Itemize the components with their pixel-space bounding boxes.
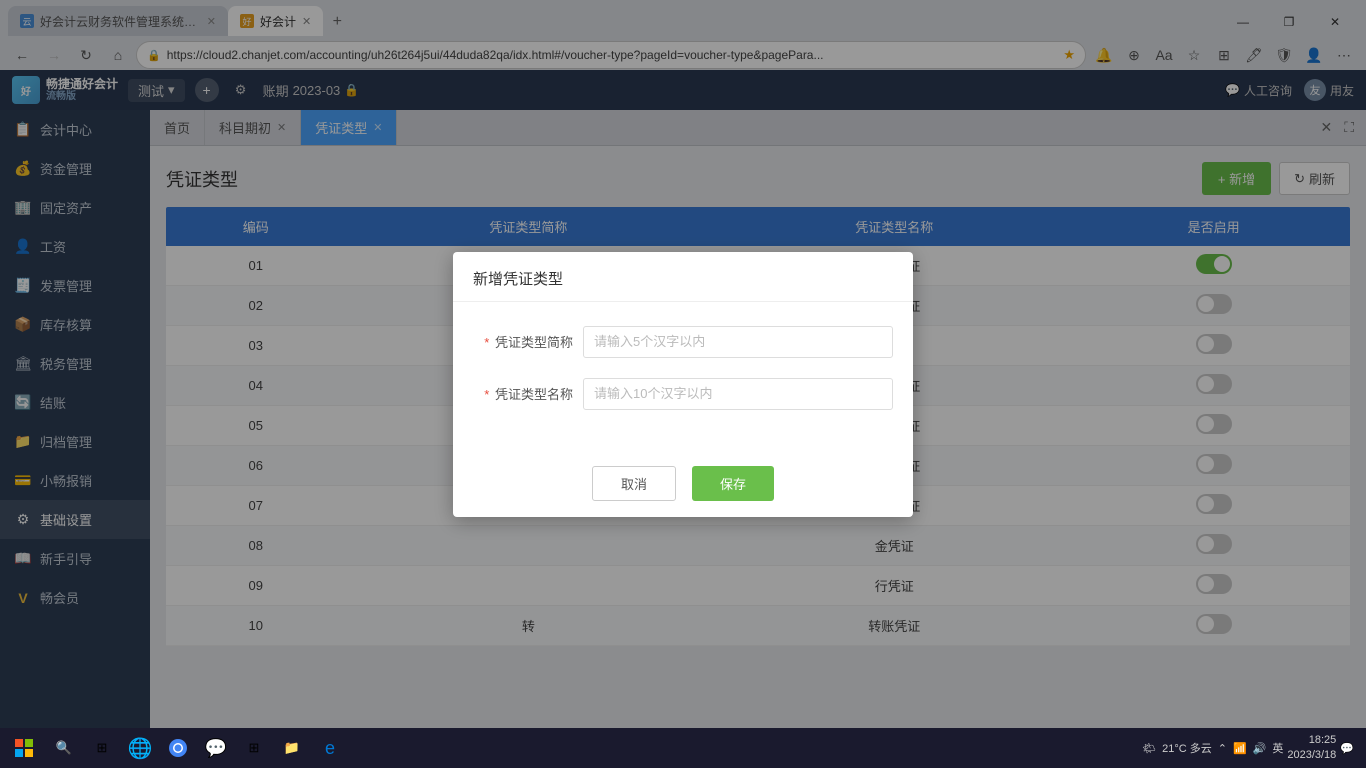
save-button[interactable]: 保存 — [692, 466, 774, 501]
dialog-overlay: 新增凭证类型 * 凭证类型简称 * 凭证类型名称 取消 保存 — [0, 0, 1366, 768]
name-label: * 凭证类型名称 — [473, 384, 583, 403]
taskbar-date-text: 2023/3/18 — [1287, 748, 1336, 763]
cancel-button[interactable]: 取消 — [592, 466, 676, 501]
taskbar-apps[interactable]: ⊞ — [236, 730, 272, 766]
taskbar-chrome[interactable] — [160, 730, 196, 766]
taskbar-notify-area: 🌤 21°C 多云 ⌃ 📶 🔊 英 — [1142, 740, 1283, 756]
name-input[interactable] — [583, 378, 893, 410]
taskbar-wechat[interactable]: 💬 — [198, 730, 234, 766]
taskbar-clock: 18:25 2023/3/18 — [1287, 733, 1336, 764]
wifi-icon: 📶 — [1233, 742, 1247, 755]
dialog-title: 新增凭证类型 — [473, 271, 563, 288]
taskbar-edge[interactable]: 🌐 — [122, 730, 158, 766]
taskbar-browser-2[interactable]: e — [312, 730, 348, 766]
name-required-mark: * — [484, 387, 489, 402]
abbr-label: * 凭证类型简称 — [473, 332, 583, 351]
start-button[interactable] — [4, 732, 44, 764]
taskbar-search[interactable]: 🔍 — [46, 730, 82, 766]
abbr-input[interactable] — [583, 326, 893, 358]
notification-button[interactable]: 💬 — [1340, 742, 1354, 755]
taskbar-folder[interactable]: 📁 — [274, 730, 310, 766]
abbr-required-mark: * — [484, 335, 489, 350]
taskbar-chevron-up[interactable]: ⌃ — [1218, 742, 1227, 755]
weather-icon: 🌤 — [1142, 742, 1156, 755]
taskbar-time-text: 18:25 — [1287, 733, 1336, 748]
taskbar-task-view[interactable]: ⊞ — [84, 730, 120, 766]
new-voucher-type-dialog: 新增凭证类型 * 凭证类型简称 * 凭证类型名称 取消 保存 — [453, 252, 913, 517]
weather-text: 21°C 多云 — [1162, 740, 1212, 756]
sound-icon: 🔊 — [1253, 742, 1267, 755]
lang-indicator: 英 — [1272, 740, 1283, 756]
